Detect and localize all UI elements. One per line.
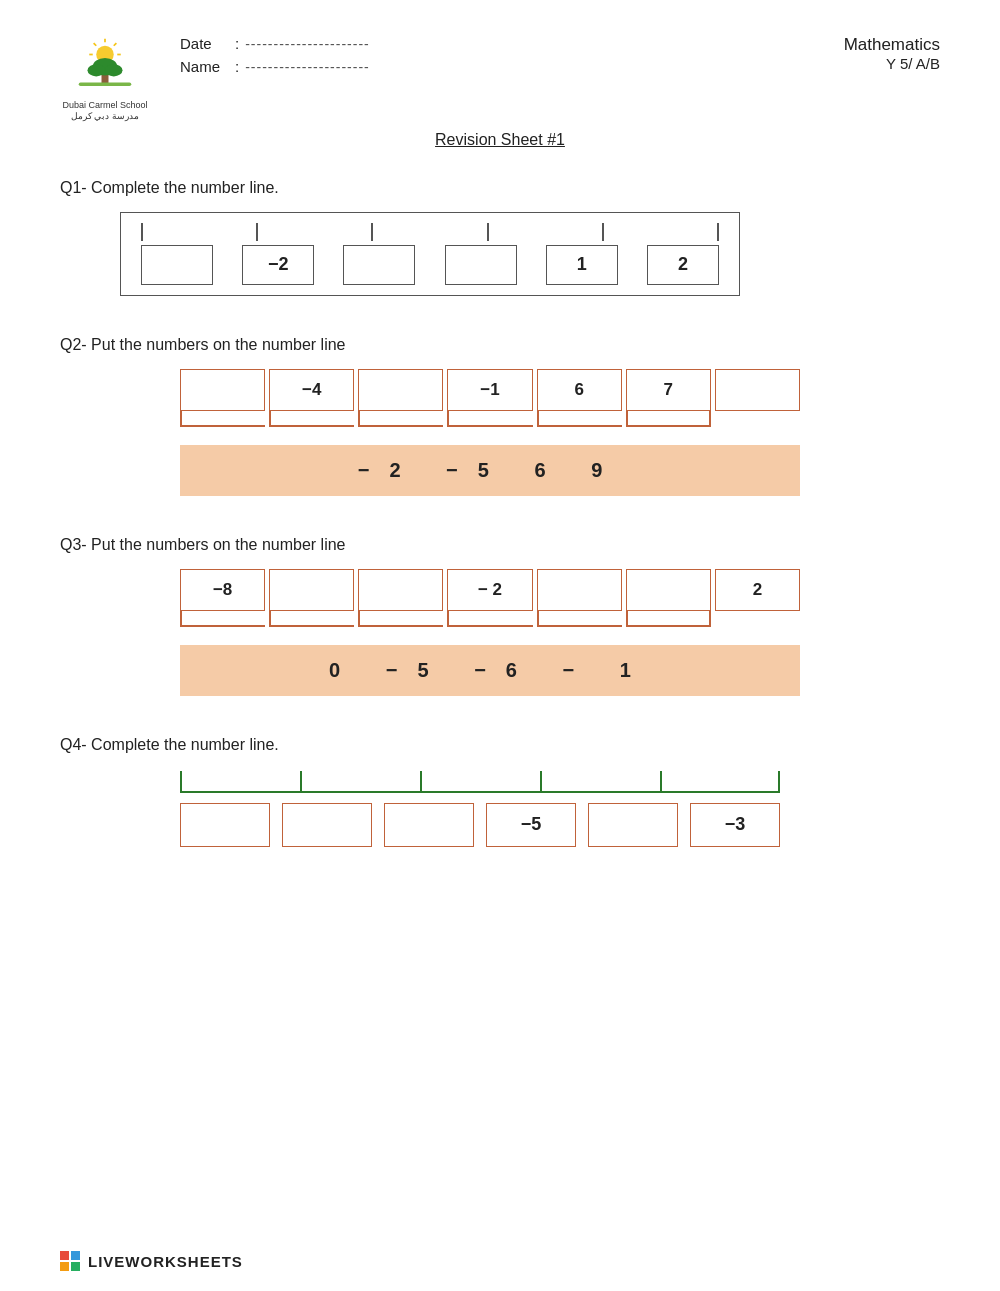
sheet-title: Revision Sheet #1 — [60, 131, 940, 149]
q4-box-6: −3 — [690, 803, 780, 847]
q1-box-5: 1 — [546, 245, 618, 285]
q2-box-6: 7 — [626, 369, 711, 411]
q1-boxes-row: −2 1 2 — [141, 245, 719, 285]
logo-sq-red — [60, 1251, 69, 1260]
school-logo: Dubai Carmel School مدرسة دبي كرمل — [60, 30, 150, 121]
logo-sq-green — [71, 1262, 80, 1271]
subject-title: Mathematics — [780, 35, 940, 55]
tick-4 — [487, 223, 489, 241]
q3-box-1: −8 — [180, 569, 265, 611]
grade-text: Y 5/ A/B — [780, 55, 940, 72]
q2-box-2: −4 — [269, 369, 354, 411]
logo-sq-orange — [60, 1262, 69, 1271]
footer: LIVEWORKSHEETS — [60, 1251, 243, 1271]
q2-label: Q2- Put the numbers on the number line — [60, 336, 940, 354]
q1-tick-row — [141, 223, 719, 241]
q3-box-7: 2 — [715, 569, 800, 611]
q4-box-2[interactable] — [282, 803, 372, 847]
name-label: Name — [180, 58, 235, 75]
name-dashes: ---------------------- — [245, 59, 370, 75]
question-4: Q4- Complete the number line. −5 −3 — [60, 736, 940, 847]
q2-box-7[interactable] — [715, 369, 800, 411]
q4-box-3[interactable] — [384, 803, 474, 847]
q2-box-3[interactable] — [358, 369, 443, 411]
q1-box-2: −2 — [242, 245, 314, 285]
q3-number-line: −8 − 2 2 — [120, 569, 740, 696]
q1-label: Q1- Complete the number line. — [60, 179, 940, 197]
question-1: Q1- Complete the number line. −2 1 2 — [60, 179, 940, 296]
q2-answer-bar: −2 −5 6 9 — [180, 445, 800, 496]
q1-box-6: 2 — [647, 245, 719, 285]
svg-line-5 — [94, 43, 97, 46]
logo-sq-blue — [71, 1251, 80, 1260]
header-right: Mathematics Y 5/ A/B — [780, 30, 940, 72]
q3-box-6[interactable] — [626, 569, 711, 611]
date-dashes: ---------------------- — [245, 36, 370, 52]
svg-line-7 — [114, 43, 117, 46]
date-label: Date — [180, 35, 235, 52]
page-header: Dubai Carmel School مدرسة دبي كرمل Date … — [60, 30, 940, 121]
q2-box-1[interactable] — [180, 369, 265, 411]
q1-box-3[interactable] — [343, 245, 415, 285]
q3-box-4: − 2 — [447, 569, 532, 611]
q4-number-line: −5 −3 — [120, 769, 770, 847]
q1-number-line: −2 1 2 — [120, 212, 740, 296]
svg-point-12 — [105, 64, 123, 76]
q2-box-5: 6 — [537, 369, 622, 411]
tick-1 — [141, 223, 143, 241]
question-3: Q3- Put the numbers on the number line −… — [60, 536, 940, 696]
q1-box-4[interactable] — [445, 245, 517, 285]
q1-box-1[interactable] — [141, 245, 213, 285]
q3-box-3[interactable] — [358, 569, 443, 611]
school-name-en: Dubai Carmel School — [62, 100, 147, 111]
q3-answer-bar: 0 −5 −6 − 1 — [180, 645, 800, 696]
q3-label: Q3- Put the numbers on the number line — [60, 536, 940, 554]
liveworksheets-logo — [60, 1251, 80, 1271]
q4-box-4: −5 — [486, 803, 576, 847]
q2-number-line: −4 −1 6 7 −2 −5 — [120, 369, 740, 496]
q3-box-5[interactable] — [537, 569, 622, 611]
q4-box-1[interactable] — [180, 803, 270, 847]
tick-2 — [256, 223, 258, 241]
q2-box-4: −1 — [447, 369, 532, 411]
q3-box-2[interactable] — [269, 569, 354, 611]
tick-5 — [602, 223, 604, 241]
q4-label: Q4- Complete the number line. — [60, 736, 940, 754]
tick-3 — [371, 223, 373, 241]
date-field-row: Date : ---------------------- — [180, 35, 780, 52]
footer-brand: LIVEWORKSHEETS — [88, 1253, 243, 1270]
q4-box-5[interactable] — [588, 803, 678, 847]
tick-6 — [717, 223, 719, 241]
header-fields: Date : ---------------------- Name : ---… — [180, 30, 780, 81]
svg-rect-13 — [79, 83, 132, 87]
question-2: Q2- Put the numbers on the number line −… — [60, 336, 940, 496]
name-field-row: Name : ---------------------- — [180, 58, 780, 75]
svg-point-11 — [88, 64, 106, 76]
school-name-ar: مدرسة دبي كرمل — [71, 111, 139, 121]
